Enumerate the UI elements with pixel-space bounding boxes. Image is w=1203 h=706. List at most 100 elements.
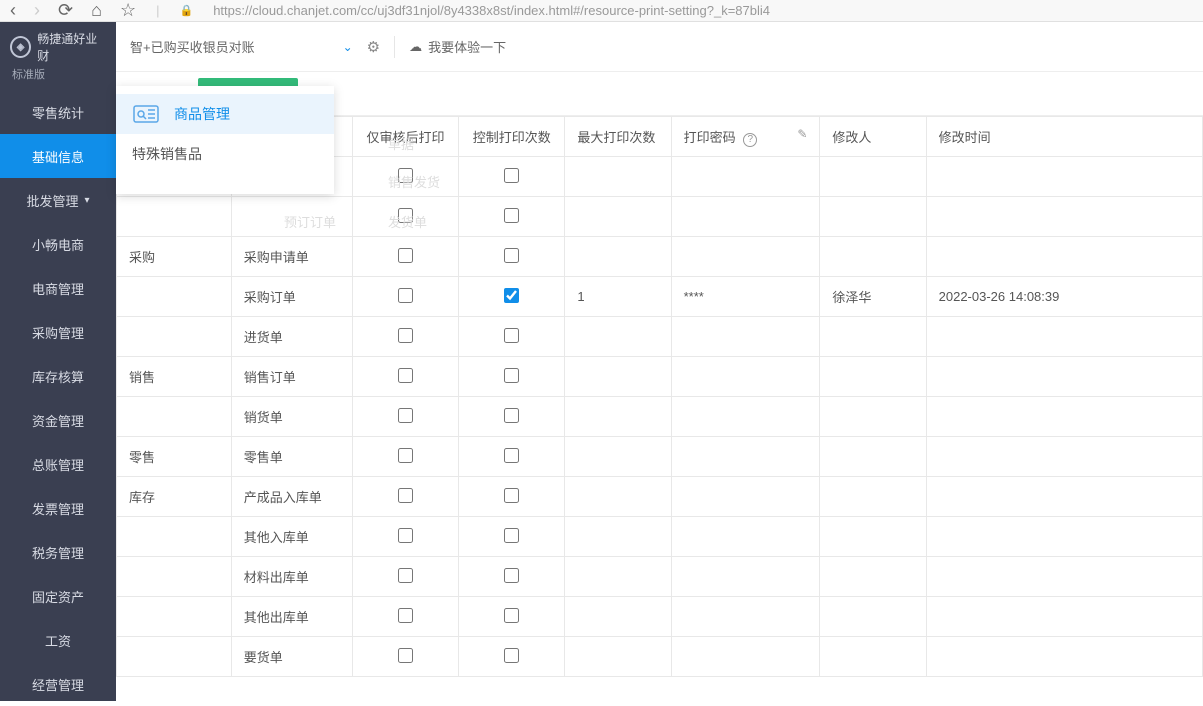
cell-pwd[interactable]: ****: [671, 277, 820, 317]
th-modifier: 修改人: [820, 117, 926, 157]
home-icon[interactable]: ⌂: [91, 0, 102, 21]
control-checkbox[interactable]: [504, 528, 519, 543]
cell-doctype: 要货单: [231, 637, 352, 677]
submenu-item-1[interactable]: 特殊销售品: [116, 134, 334, 174]
cell-doctype: 产成品入库单: [231, 477, 352, 517]
audit-checkbox[interactable]: [398, 568, 413, 583]
audit-checkbox[interactable]: [398, 528, 413, 543]
cell-max[interactable]: [565, 357, 671, 397]
sidebar-item-8[interactable]: 总账管理: [0, 442, 116, 486]
cell-max[interactable]: 1: [565, 277, 671, 317]
cell-control: [459, 477, 565, 517]
cell-modifier: [820, 237, 926, 277]
cell-pwd[interactable]: [671, 517, 820, 557]
control-checkbox[interactable]: [504, 168, 519, 183]
control-checkbox[interactable]: [504, 408, 519, 423]
sidebar-item-6[interactable]: 库存核算: [0, 354, 116, 398]
cell-max[interactable]: [565, 197, 671, 237]
cell-pwd[interactable]: [671, 197, 820, 237]
sidebar-item-9[interactable]: 发票管理: [0, 486, 116, 530]
cell-modifier: [820, 197, 926, 237]
star-icon[interactable]: ☆: [120, 0, 136, 21]
control-checkbox[interactable]: [504, 648, 519, 663]
audit-checkbox[interactable]: [398, 328, 413, 343]
audit-checkbox[interactable]: [398, 208, 413, 223]
cell-category: [117, 277, 232, 317]
cell-pwd[interactable]: [671, 317, 820, 357]
table-row: 库存 产成品入库单: [117, 477, 1203, 517]
context-selector[interactable]: 智+已购买收银员对账 ⌄: [130, 37, 353, 56]
cell-pwd[interactable]: [671, 637, 820, 677]
cell-control: [459, 397, 565, 437]
cell-max[interactable]: [565, 157, 671, 197]
sidebar-item-11[interactable]: 固定资产: [0, 574, 116, 618]
sidebar-item-2[interactable]: 批发管理▾: [0, 178, 116, 222]
cell-max[interactable]: [565, 557, 671, 597]
cell-audit: [352, 197, 458, 237]
cell-pwd[interactable]: [671, 557, 820, 597]
table-row: 销售 销售订单: [117, 357, 1203, 397]
control-checkbox[interactable]: [504, 488, 519, 503]
audit-checkbox[interactable]: [398, 648, 413, 663]
control-checkbox[interactable]: [504, 248, 519, 263]
sidebar-item-label: 发票管理: [32, 499, 84, 518]
gear-icon[interactable]: ⚙: [367, 38, 380, 56]
sidebar-item-4[interactable]: 电商管理: [0, 266, 116, 310]
sidebar: ◈ 畅捷通好业财 标准版 零售统计基础信息批发管理▾小畅电商电商管理采购管理库存…: [0, 22, 116, 701]
control-checkbox[interactable]: [504, 568, 519, 583]
audit-checkbox[interactable]: [398, 168, 413, 183]
cell-max[interactable]: [565, 237, 671, 277]
control-checkbox[interactable]: [504, 368, 519, 383]
cell-max[interactable]: [565, 397, 671, 437]
cell-audit: [352, 637, 458, 677]
sidebar-item-12[interactable]: 工资: [0, 618, 116, 662]
cell-pwd[interactable]: [671, 357, 820, 397]
cell-doctype: 销货单: [231, 397, 352, 437]
control-checkbox[interactable]: [504, 328, 519, 343]
cell-pwd[interactable]: [671, 477, 820, 517]
audit-checkbox[interactable]: [398, 488, 413, 503]
cell-max[interactable]: [565, 517, 671, 557]
cell-max[interactable]: [565, 317, 671, 357]
control-checkbox[interactable]: [504, 208, 519, 223]
submenu-item-0[interactable]: 商品管理: [116, 94, 334, 134]
cell-max[interactable]: [565, 637, 671, 677]
table-row: 其他出库单: [117, 597, 1203, 637]
audit-checkbox[interactable]: [398, 408, 413, 423]
cell-max[interactable]: [565, 597, 671, 637]
sidebar-item-1[interactable]: 基础信息: [0, 134, 116, 178]
brand-logo-icon: ◈: [10, 36, 31, 58]
sidebar-item-7[interactable]: 资金管理: [0, 398, 116, 442]
control-checkbox[interactable]: [504, 608, 519, 623]
refresh-icon[interactable]: ⟳: [58, 0, 73, 21]
edit-icon[interactable]: ✎: [797, 127, 807, 141]
feedback-link[interactable]: ☁ 我要体验一下: [409, 37, 506, 56]
cell-max[interactable]: [565, 437, 671, 477]
forward-icon[interactable]: ›: [34, 0, 40, 21]
audit-checkbox[interactable]: [398, 608, 413, 623]
audit-checkbox[interactable]: [398, 448, 413, 463]
lock-icon: 🔒: [180, 4, 194, 17]
sidebar-item-0[interactable]: 零售统计: [0, 90, 116, 134]
sidebar-item-13[interactable]: 经营管理: [0, 662, 116, 706]
back-icon[interactable]: ‹: [10, 0, 16, 21]
sidebar-item-5[interactable]: 采购管理: [0, 310, 116, 354]
control-checkbox[interactable]: [504, 448, 519, 463]
sidebar-item-3[interactable]: 小畅电商: [0, 222, 116, 266]
cell-pwd[interactable]: [671, 397, 820, 437]
sidebar-item-10[interactable]: 税务管理: [0, 530, 116, 574]
cell-modifier: 徐泽华: [820, 277, 926, 317]
audit-checkbox[interactable]: [398, 368, 413, 383]
cell-pwd[interactable]: [671, 157, 820, 197]
url-bar[interactable]: https://cloud.chanjet.com/cc/uj3df31njol…: [213, 3, 1193, 18]
cell-pwd[interactable]: [671, 597, 820, 637]
help-icon[interactable]: ?: [743, 133, 757, 147]
audit-checkbox[interactable]: [398, 248, 413, 263]
cell-max[interactable]: [565, 477, 671, 517]
control-checkbox[interactable]: [504, 288, 519, 303]
cell-pwd[interactable]: [671, 237, 820, 277]
audit-checkbox[interactable]: [398, 288, 413, 303]
cell-pwd[interactable]: [671, 437, 820, 477]
cell-modifier: [820, 637, 926, 677]
sidebar-item-label: 库存核算: [32, 367, 84, 386]
